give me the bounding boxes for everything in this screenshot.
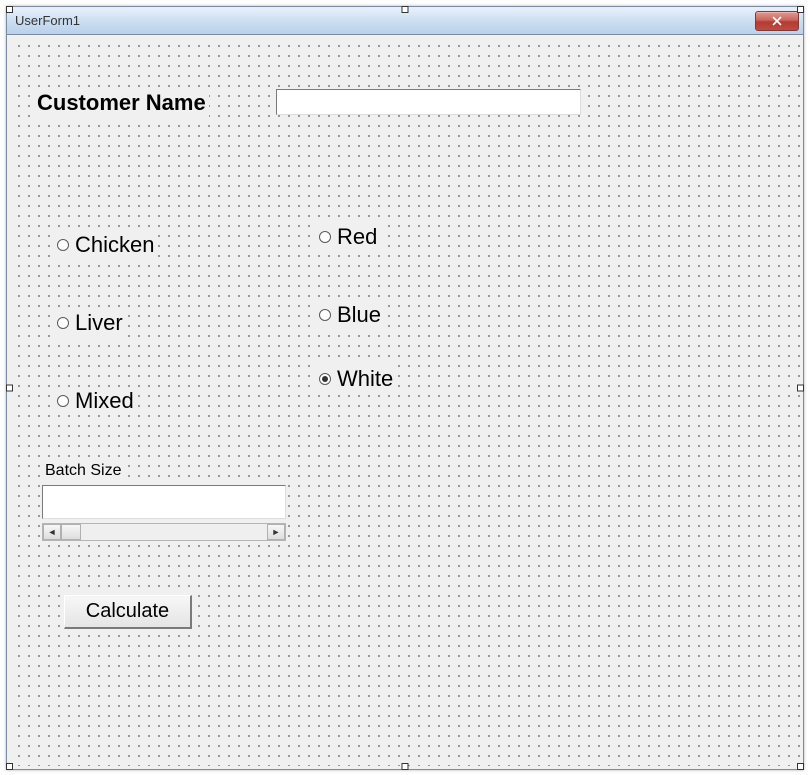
radio-blue[interactable]: Blue [316,301,384,329]
resize-handle-icon[interactable] [6,6,13,13]
radio-label: Blue [337,302,381,328]
radio-icon [319,309,331,321]
calculate-button[interactable]: Calculate [64,595,192,629]
radio-label: Red [337,224,377,250]
resize-handle-icon[interactable] [6,385,13,392]
resize-handle-icon[interactable] [6,763,13,770]
scroll-left-button[interactable]: ◄ [43,524,61,540]
radio-icon [57,395,69,407]
batch-size-scrollbar[interactable]: ◄ ► [42,523,286,541]
batch-size-label: Batch Size [42,461,124,481]
userform-window: UserForm1 Customer Name Chicken Liver Mi… [6,6,804,770]
chevron-right-icon: ► [272,527,281,537]
resize-handle-icon[interactable] [402,6,409,13]
radio-label: Chicken [75,232,154,258]
resize-handle-icon[interactable] [797,763,804,770]
form-design-surface[interactable]: Customer Name Chicken Liver Mixed Red Bl… [10,37,800,766]
radio-mixed[interactable]: Mixed [54,387,137,415]
calculate-button-label: Calculate [86,600,169,623]
customer-name-input[interactable] [276,89,581,115]
radio-icon [57,239,69,251]
chevron-left-icon: ◄ [48,527,57,537]
scroll-right-button[interactable]: ► [267,524,285,540]
radio-label: Mixed [75,388,134,414]
radio-label: Liver [75,310,123,336]
radio-white[interactable]: White [316,365,396,393]
close-button[interactable] [755,11,799,31]
resize-handle-icon[interactable] [402,763,409,770]
resize-handle-icon[interactable] [797,385,804,392]
window-title: UserForm1 [15,13,80,28]
radio-icon [319,231,331,243]
radio-red[interactable]: Red [316,223,380,251]
customer-name-label: Customer Name [34,89,209,117]
scrollbar-track[interactable] [61,524,267,540]
resize-handle-icon[interactable] [797,6,804,13]
radio-icon [57,317,69,329]
scrollbar-thumb[interactable] [61,524,81,540]
batch-size-input[interactable] [42,485,286,519]
close-icon [772,16,782,26]
radio-label: White [337,366,393,392]
radio-chicken[interactable]: Chicken [54,231,157,259]
radio-liver[interactable]: Liver [54,309,126,337]
radio-icon [319,373,331,385]
